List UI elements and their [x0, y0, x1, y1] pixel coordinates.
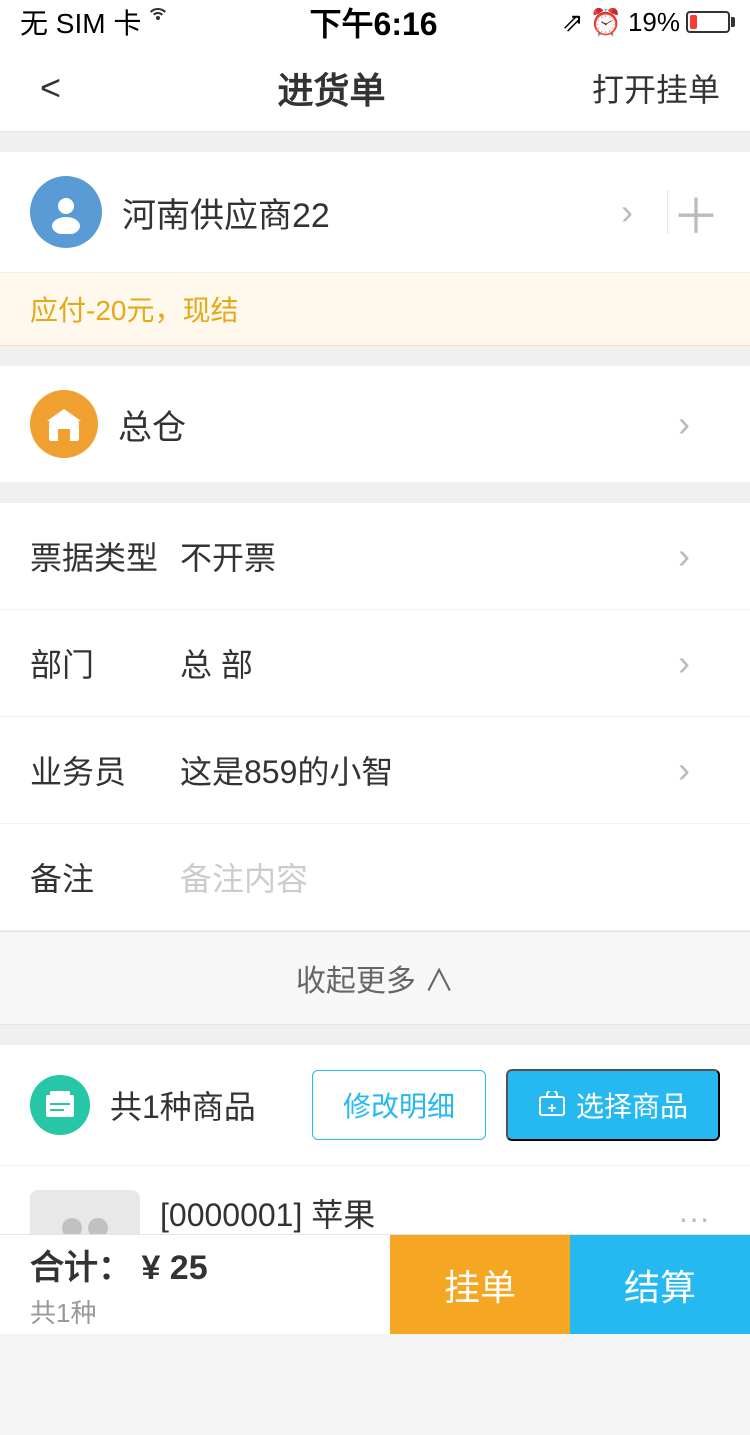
dept-label: 部门 — [30, 640, 160, 686]
supplier-warning-text: 应付-20元，现结 — [30, 295, 238, 326]
status-time: 下午6:16 — [310, 0, 438, 45]
footer-spacer — [0, 1325, 750, 1435]
warehouse-icon-wrap — [30, 390, 98, 458]
total-label: 合计： — [30, 1249, 132, 1287]
hang-order-button[interactable]: 挂单 — [390, 1235, 570, 1334]
warehouse-name: 总仓 — [118, 400, 678, 449]
carrier-text: 无 SIM 卡 — [20, 2, 141, 42]
select-product-button[interactable]: 选择商品 — [506, 1069, 720, 1141]
section-gap-1 — [0, 132, 750, 152]
location-icon: ⇗ — [562, 7, 584, 38]
dept-row[interactable]: 部门 总 部 › — [0, 610, 750, 717]
status-left: 无 SIM 卡 — [20, 2, 185, 42]
select-product-label: 选择商品 — [576, 1085, 688, 1125]
modify-detail-button[interactable]: 修改明细 — [312, 1070, 486, 1140]
status-right: ⇗ ⏰ 19% — [562, 7, 730, 38]
invoice-type-row[interactable]: 票据类型 不开票 › — [0, 503, 750, 610]
product-header: 共1种商品 修改明细 选择商品 — [0, 1045, 750, 1166]
invoice-chevron-icon: › — [678, 535, 690, 577]
warehouse-chevron-icon: › — [678, 403, 690, 445]
bottom-summary-bar: 合计： ¥ 25 共1种 挂单 结算 — [0, 1234, 750, 1334]
form-section: 票据类型 不开票 › 部门 总 部 › 业务员 这是859的小智 › 备注 备注… — [0, 503, 750, 931]
section-gap-2 — [0, 346, 750, 366]
remark-label: 备注 — [30, 854, 160, 900]
remark-input-placeholder[interactable]: 备注内容 — [180, 854, 720, 900]
product-title: 苹果 — [311, 1197, 375, 1233]
total-value: ¥ 25 — [141, 1249, 207, 1287]
dept-value: 总 部 — [180, 640, 678, 686]
sales-chevron-icon: › — [678, 749, 690, 791]
invoice-type-value: 不开票 — [180, 533, 678, 579]
section-gap-3 — [0, 483, 750, 503]
supplier-section: 河南供应商22 › ＋ 应付-20元，现结 — [0, 152, 750, 346]
add-supplier-icon[interactable]: ＋ — [672, 177, 720, 247]
checkout-button[interactable]: 结算 — [570, 1235, 750, 1334]
product-id: [0000001] — [160, 1197, 302, 1233]
product-count-icon — [30, 1075, 90, 1135]
nav-bar: < 进货单 打开挂单 — [0, 44, 750, 132]
sales-label: 业务员 — [30, 747, 160, 793]
sales-value: 这是859的小智 — [180, 747, 678, 793]
supplier-name: 河南供应商22 — [122, 188, 621, 237]
open-pending-button[interactable]: 打开挂单 — [592, 65, 720, 111]
supplier-warning-banner: 应付-20元，现结 — [0, 273, 750, 346]
collapse-text: 收起更多 ∧ — [296, 965, 454, 998]
wifi-icon — [149, 6, 185, 39]
alarm-icon: ⏰ — [590, 7, 622, 38]
supplier-avatar — [30, 176, 102, 248]
page-title: 进货单 — [278, 62, 386, 114]
back-button[interactable]: < — [30, 57, 71, 119]
dept-chevron-icon: › — [678, 642, 690, 684]
warehouse-section: 总仓 › — [0, 366, 750, 483]
summary-info: 合计： ¥ 25 共1种 — [0, 1235, 390, 1334]
summary-total: 合计： ¥ 25 — [30, 1240, 360, 1289]
invoice-type-label: 票据类型 — [30, 533, 160, 579]
collapse-row[interactable]: 收起更多 ∧ — [0, 931, 750, 1025]
summary-count: 共1种 — [30, 1293, 360, 1330]
supplier-divider — [667, 190, 668, 234]
battery-icon — [686, 11, 730, 33]
warehouse-row[interactable]: 总仓 › — [0, 366, 750, 483]
section-gap-4 — [0, 1025, 750, 1045]
sales-row[interactable]: 业务员 这是859的小智 › — [0, 717, 750, 824]
product-name: [0000001] 苹果 — [160, 1190, 668, 1236]
supplier-chevron-icon: › — [621, 191, 633, 233]
battery-text: 19% — [628, 7, 680, 38]
product-count-label: 共1种商品 — [110, 1082, 292, 1128]
status-bar: 无 SIM 卡 下午6:16 ⇗ ⏰ 19% — [0, 0, 750, 44]
supplier-row[interactable]: 河南供应商22 › ＋ — [0, 152, 750, 273]
remark-row[interactable]: 备注 备注内容 — [0, 824, 750, 931]
